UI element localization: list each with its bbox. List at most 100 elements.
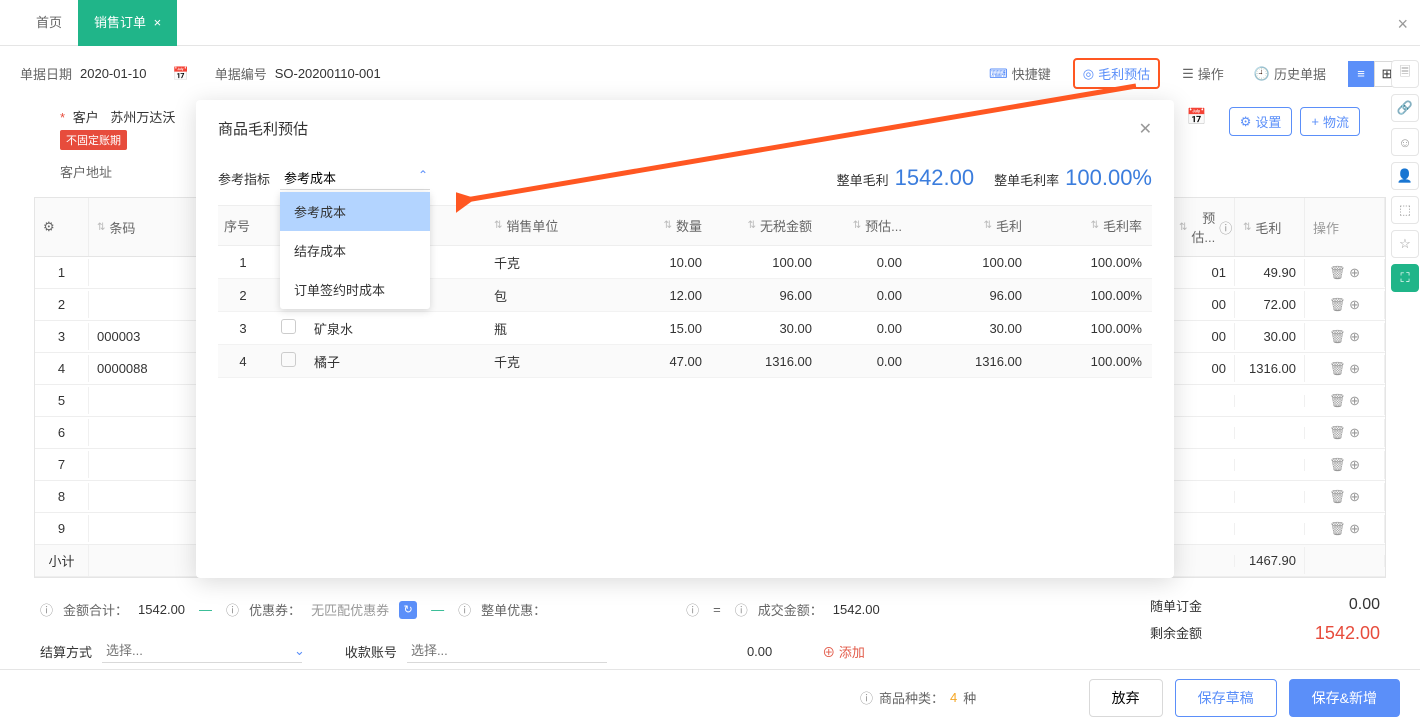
checkbox-icon[interactable]: [281, 352, 296, 367]
copy-icon[interactable]: ⊕: [1349, 265, 1360, 280]
ref-select[interactable]: ⌃ 参考成本 结存成本 订单签约时成本: [280, 166, 430, 190]
m-col-unit[interactable]: ⇅销售单位: [488, 206, 608, 245]
row-code[interactable]: 000003: [89, 323, 209, 350]
m-profit: 100.00: [908, 249, 1028, 276]
delete-icon[interactable]: 🗑: [1329, 489, 1346, 504]
col-ops: 操作: [1305, 198, 1385, 256]
sort-icon: ⇅: [853, 220, 861, 231]
delete-icon[interactable]: 🗑: [1329, 297, 1346, 312]
operations-button[interactable]: ☰操作: [1174, 60, 1232, 87]
row-code[interactable]: 0000088: [89, 355, 209, 382]
delete-icon[interactable]: 🗑: [1329, 425, 1346, 440]
delete-icon[interactable]: 🗑: [1329, 457, 1346, 472]
m-seq: 2: [218, 282, 268, 309]
rail-user-icon[interactable]: 👤: [1391, 162, 1419, 190]
copy-icon[interactable]: ⊕: [1349, 489, 1360, 504]
m-rate: 100.00%: [1028, 249, 1148, 276]
rail-expand-icon[interactable]: ⛶: [1391, 264, 1419, 292]
chevron-up-icon[interactable]: ⌃: [418, 168, 428, 182]
row-code[interactable]: [89, 299, 209, 311]
copy-icon[interactable]: ⊕: [1349, 329, 1360, 344]
calendar2-icon[interactable]: 📅: [1187, 107, 1207, 127]
tab-close-icon[interactable]: ×: [154, 15, 162, 30]
m-col-rate[interactable]: ⇅毛利率: [1028, 206, 1148, 245]
logistics-button[interactable]: +物流: [1300, 107, 1360, 136]
row-code[interactable]: [89, 459, 209, 471]
save-new-button[interactable]: 保存&新增: [1289, 679, 1400, 717]
table-row[interactable]: 4 橘子 千克 47.00 1316.00 0.00 1316.00 100.0…: [218, 345, 1152, 378]
modal-close-icon[interactable]: ✕: [1139, 119, 1152, 139]
tab-sales-order[interactable]: 销售订单 ×: [78, 0, 177, 46]
rail-smile-icon[interactable]: ☺: [1391, 128, 1419, 156]
dd-option-0[interactable]: 参考成本: [280, 192, 430, 231]
col-gear[interactable]: ⚙: [35, 198, 89, 256]
m-col-amt[interactable]: ⇅无税金额: [708, 206, 818, 245]
row-est: 00: [1171, 291, 1235, 318]
table-row[interactable]: 3 矿泉水 瓶 15.00 30.00 0.00 30.00 100.00%: [218, 312, 1152, 345]
settings-button[interactable]: ⚙设置: [1229, 107, 1293, 136]
shortcut-button[interactable]: ⌨快捷键: [981, 60, 1059, 87]
coupon-value[interactable]: 无匹配优惠券: [311, 600, 389, 619]
m-col-est[interactable]: ⇅预估...: [818, 206, 908, 245]
rail-cube-icon[interactable]: ⬚: [1391, 196, 1419, 224]
rail-doc-icon[interactable]: 🗏: [1391, 60, 1419, 88]
row-code[interactable]: [89, 523, 209, 535]
keyboard-icon: ⌨: [989, 66, 1008, 82]
rail-link-icon[interactable]: 🔗: [1391, 94, 1419, 122]
m-chk[interactable]: [268, 346, 308, 376]
row-code[interactable]: [89, 395, 209, 407]
settle-method-select[interactable]: [102, 639, 302, 663]
row-code[interactable]: [89, 267, 209, 279]
m-col-profit[interactable]: ⇅毛利: [908, 206, 1028, 245]
row-profit: 72.00: [1235, 291, 1305, 318]
copy-icon[interactable]: ⊕: [1349, 361, 1360, 376]
copy-icon[interactable]: ⊕: [1349, 521, 1360, 536]
customer-name[interactable]: 苏州万达沃: [110, 110, 175, 125]
delete-icon[interactable]: 🗑: [1329, 393, 1346, 408]
copy-icon[interactable]: ⊕: [1349, 425, 1360, 440]
m-chk[interactable]: [268, 313, 308, 343]
col-barcode[interactable]: ⇅条码: [89, 198, 209, 256]
history-button[interactable]: 🕘历史单据: [1246, 60, 1334, 87]
checkbox-icon[interactable]: [281, 319, 296, 334]
copy-icon[interactable]: ⊕: [1349, 393, 1360, 408]
chevron-down-icon[interactable]: ⌄: [294, 643, 305, 659]
m-est: 0.00: [818, 348, 908, 375]
dd-option-2[interactable]: 订单签约时成本: [280, 270, 430, 309]
copy-icon[interactable]: ⊕: [1349, 457, 1360, 472]
target-icon: ◎: [1083, 66, 1094, 82]
row-code[interactable]: [89, 491, 209, 503]
row-code[interactable]: [89, 427, 209, 439]
discard-button[interactable]: 放弃: [1089, 679, 1163, 717]
m-col-seq[interactable]: 序号: [218, 206, 268, 245]
delete-icon[interactable]: 🗑: [1329, 329, 1346, 344]
dash-icon: —: [431, 602, 444, 617]
delete-icon[interactable]: 🗑: [1329, 521, 1346, 536]
acct-select[interactable]: [407, 639, 607, 663]
delete-icon[interactable]: 🗑: [1329, 361, 1346, 376]
col-est[interactable]: ⇅预估...ⓘ: [1171, 198, 1235, 256]
view-list-button[interactable]: ≡: [1348, 61, 1374, 87]
m-name: 橘子: [308, 346, 488, 377]
m-amt: 30.00: [708, 315, 818, 342]
tab-home[interactable]: 首页: [20, 0, 78, 46]
deal-label: 成交金额：: [758, 600, 823, 619]
delete-icon[interactable]: 🗑: [1329, 265, 1346, 280]
m-seq: 4: [218, 348, 268, 375]
ref-input[interactable]: [280, 166, 430, 190]
m-col-qty[interactable]: ⇅数量: [608, 206, 708, 245]
m-unit: 千克: [488, 247, 608, 278]
row-seq: 7: [35, 451, 89, 478]
dd-option-1[interactable]: 结存成本: [280, 231, 430, 270]
date-value[interactable]: 2020-01-10: [80, 66, 147, 81]
page-close-icon[interactable]: ×: [1397, 14, 1408, 35]
copy-icon[interactable]: ⊕: [1349, 297, 1360, 312]
rail-star-icon[interactable]: ☆: [1391, 230, 1419, 258]
save-draft-button[interactable]: 保存草稿: [1175, 679, 1277, 717]
col-profit[interactable]: ⇅毛利: [1235, 198, 1305, 256]
add-button[interactable]: ⊕ 添加: [822, 642, 865, 661]
m-unit: 瓶: [488, 313, 608, 344]
refresh-icon[interactable]: ↻: [399, 601, 417, 619]
calendar-icon[interactable]: 📅: [173, 66, 189, 82]
profit-estimate-button[interactable]: ◎毛利预估: [1073, 58, 1160, 89]
